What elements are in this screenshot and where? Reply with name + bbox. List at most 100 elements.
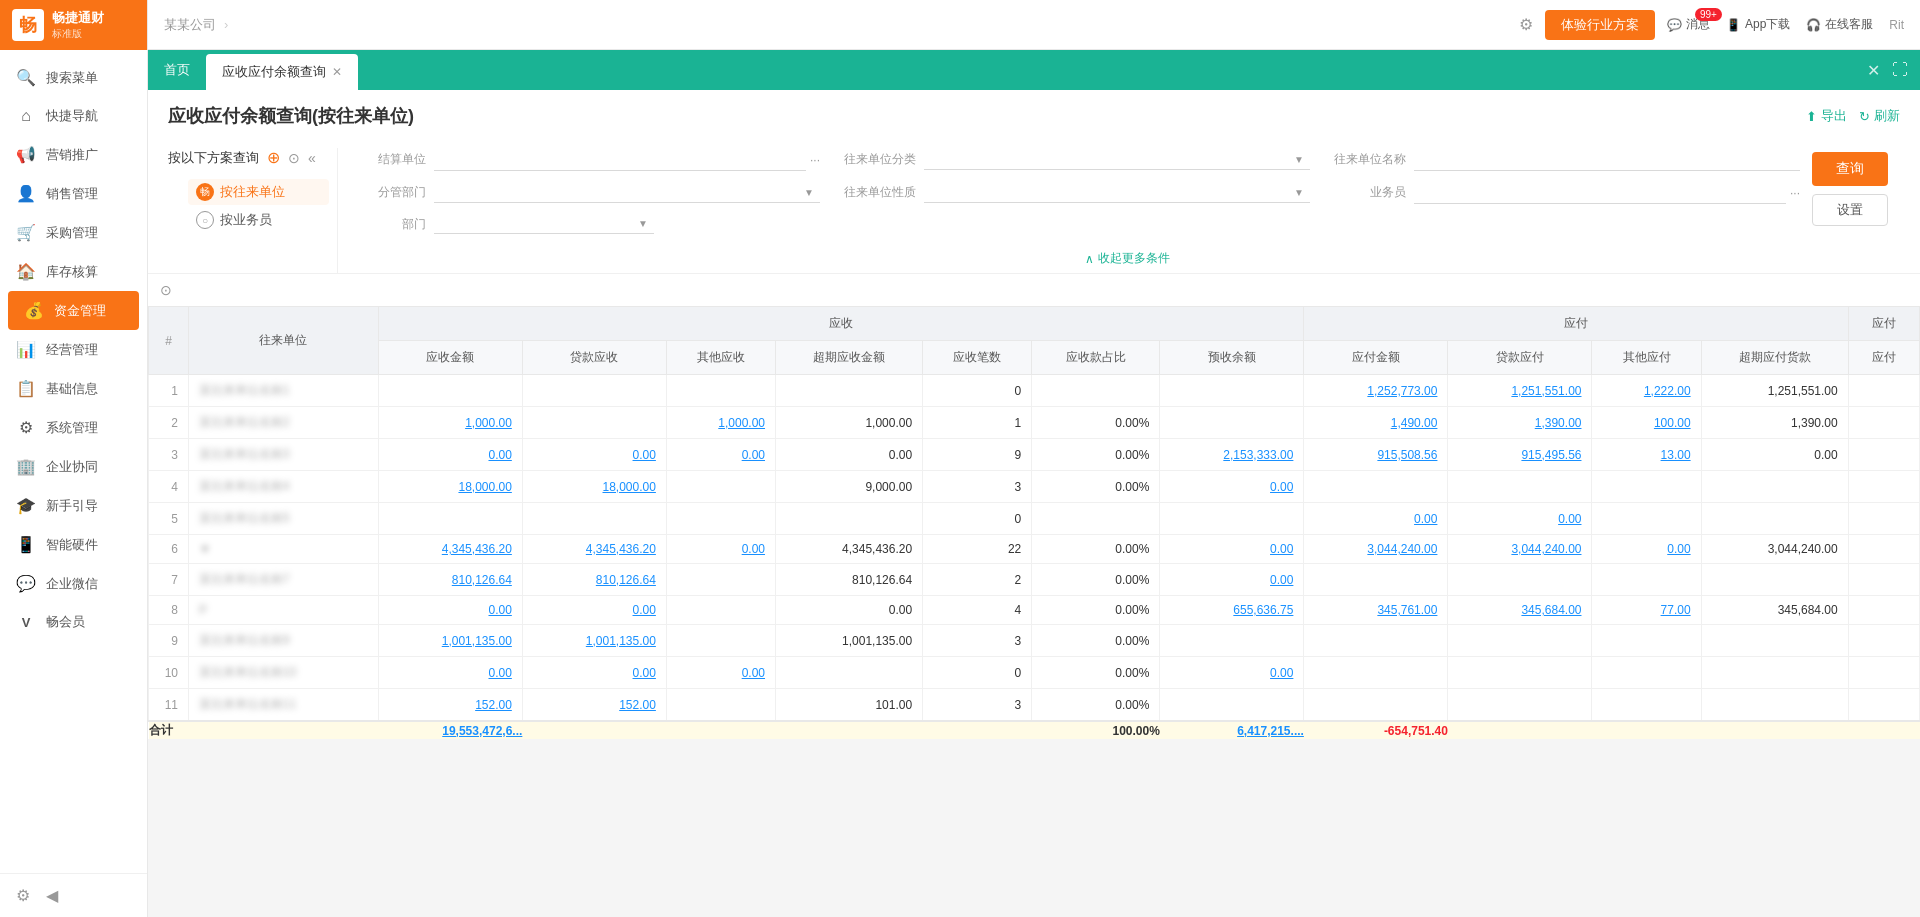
table-cell[interactable]: 13.00: [1592, 439, 1701, 471]
sidebar-item-hardware[interactable]: 📱 智能硬件: [0, 525, 147, 564]
footer-ar-amount[interactable]: 19,553,472,6...: [378, 721, 522, 739]
table-cell[interactable]: 0.00: [378, 439, 522, 471]
sidebar-item-guide[interactable]: 🎓 新手引导: [0, 486, 147, 525]
collapse-bar[interactable]: ∧ 收起更多条件: [354, 244, 1900, 273]
table-cell: [1701, 689, 1848, 722]
table-cell[interactable]: 0.00: [666, 439, 775, 471]
table-cell[interactable]: 345,761.00: [1304, 596, 1448, 625]
filter-setting-icon[interactable]: ⊙: [288, 150, 300, 166]
table-cell[interactable]: 4,345,436.20: [522, 535, 666, 564]
partner-name-input[interactable]: [1414, 148, 1800, 171]
table-cell[interactable]: 1,000.00: [378, 407, 522, 439]
scheme-item-by-partner[interactable]: 畅 按往来单位: [188, 179, 329, 205]
trial-button[interactable]: 体验行业方案: [1545, 10, 1655, 40]
sidebar-item-sales[interactable]: 👤 销售管理: [0, 174, 147, 213]
tab-close-icon[interactable]: ✕: [332, 65, 342, 79]
partner-nature-select[interactable]: ▼: [924, 183, 1310, 203]
sidebar-collapse-icon[interactable]: ◀: [46, 886, 58, 905]
table-cell[interactable]: 915,495.56: [1448, 439, 1592, 471]
table-cell[interactable]: 1,390.00: [1448, 407, 1592, 439]
table-cell[interactable]: 1,001,135.00: [522, 625, 666, 657]
table-cell[interactable]: 152.00: [522, 689, 666, 722]
table-cell[interactable]: 3,044,240.00: [1304, 535, 1448, 564]
sidebar-item-search[interactable]: 🔍 搜索菜单: [0, 58, 147, 97]
sidebar-item-basic[interactable]: 📋 基础信息: [0, 369, 147, 408]
table-cell[interactable]: 2,153,333.00: [1160, 439, 1304, 471]
filter-collapse-icon[interactable]: «: [308, 150, 316, 166]
table-cell[interactable]: 1,000.00: [666, 407, 775, 439]
messages-button[interactable]: 💬 消息 99+: [1667, 16, 1710, 33]
sidebar-gear-icon[interactable]: ⚙: [16, 886, 30, 905]
table-cell[interactable]: 3,044,240.00: [1448, 535, 1592, 564]
dept-select[interactable]: ▼: [434, 183, 820, 203]
export-button[interactable]: ⬆ 导出: [1806, 107, 1847, 125]
settlement-dots-icon[interactable]: ···: [810, 153, 820, 167]
table-cell[interactable]: 18,000.00: [378, 471, 522, 503]
sidebar-item-system[interactable]: ⚙ 系统管理: [0, 408, 147, 447]
table-cell[interactable]: 0.00: [1160, 657, 1304, 689]
sidebar-item-finance[interactable]: 💰 资金管理: [8, 291, 139, 330]
table-cell[interactable]: 655,636.75: [1160, 596, 1304, 625]
sidebar-item-label: 智能硬件: [46, 536, 98, 554]
table-cell[interactable]: 152.00: [378, 689, 522, 722]
sidebar-item-quicknav[interactable]: ⌂ 快捷导航: [0, 97, 147, 135]
partner-category-select[interactable]: ▼: [924, 150, 1310, 170]
query-button[interactable]: 查询: [1812, 152, 1888, 186]
set-button[interactable]: 设置: [1812, 194, 1888, 226]
table-cell[interactable]: 4,345,436.20: [378, 535, 522, 564]
table-cell[interactable]: 0.00: [522, 596, 666, 625]
salesman-dots-icon[interactable]: ···: [1790, 186, 1800, 200]
header-gear-icon[interactable]: ⚙: [1519, 15, 1533, 34]
sidebar-item-marketing[interactable]: 📢 营销推广: [0, 135, 147, 174]
sidebar-item-purchase[interactable]: 🛒 采购管理: [0, 213, 147, 252]
table-cell[interactable]: 0.00: [1304, 503, 1448, 535]
tab-home[interactable]: 首页: [148, 50, 206, 90]
tabbar-expand-icon[interactable]: ⛶: [1892, 61, 1908, 79]
user-name[interactable]: Rit: [1889, 18, 1904, 32]
settlement-unit-input[interactable]: [434, 148, 806, 171]
table-cell[interactable]: 0.00: [522, 657, 666, 689]
tab-arbalance[interactable]: 应收应付余额查询 ✕: [206, 54, 358, 90]
table-cell: [776, 503, 923, 535]
table-cell[interactable]: 915,508.56: [1304, 439, 1448, 471]
table-cell[interactable]: 77.00: [1592, 596, 1701, 625]
refresh-button[interactable]: ↻ 刷新: [1859, 107, 1900, 125]
table-cell[interactable]: 0.00: [666, 535, 775, 564]
table-cell[interactable]: 0.00: [1160, 564, 1304, 596]
filter-add-button[interactable]: ⊕: [267, 148, 280, 167]
settlement-unit-label: 结算单位: [354, 151, 434, 168]
table-settings-icon[interactable]: ⊙: [160, 282, 172, 298]
online-service-button[interactable]: 🎧 在线客服: [1806, 16, 1873, 33]
sidebar-item-wechat[interactable]: 💬 企业微信: [0, 564, 147, 603]
table-cell[interactable]: 0.00: [378, 657, 522, 689]
table-cell[interactable]: 1,490.00: [1304, 407, 1448, 439]
scheme-item-by-salesman[interactable]: ○ 按业务员: [188, 207, 329, 233]
table-cell[interactable]: 0.00: [1592, 535, 1701, 564]
table-cell[interactable]: 1,222.00: [1592, 375, 1701, 407]
table-cell[interactable]: 0.00: [522, 439, 666, 471]
table-cell[interactable]: 100.00: [1592, 407, 1701, 439]
table-cell[interactable]: 1,251,551.00: [1448, 375, 1592, 407]
sidebar-item-inventory[interactable]: 🏠 库存核算: [0, 252, 147, 291]
table-cell[interactable]: 345,684.00: [1448, 596, 1592, 625]
table-cell[interactable]: 0.00: [378, 596, 522, 625]
table-cell: [1032, 375, 1160, 407]
tabbar-close-icon[interactable]: ✕: [1867, 61, 1880, 80]
salesman-input[interactable]: [1414, 181, 1786, 204]
partner-name-cell: P: [189, 596, 379, 625]
sidebar-item-member[interactable]: V 畅会员: [0, 603, 147, 641]
sidebar-item-operations[interactable]: 📊 经营管理: [0, 330, 147, 369]
app-download-button[interactable]: 📱 App下载: [1726, 16, 1790, 33]
table-cell[interactable]: 810,126.64: [378, 564, 522, 596]
table-cell[interactable]: 1,001,135.00: [378, 625, 522, 657]
table-cell[interactable]: 0.00: [666, 657, 775, 689]
sidebar-item-enterprise[interactable]: 🏢 企业协同: [0, 447, 147, 486]
table-cell[interactable]: 18,000.00: [522, 471, 666, 503]
table-cell[interactable]: 1,252,773.00: [1304, 375, 1448, 407]
table-cell[interactable]: 0.00: [1448, 503, 1592, 535]
table-cell[interactable]: 810,126.64: [522, 564, 666, 596]
table-cell[interactable]: 0.00: [1160, 535, 1304, 564]
table-cell[interactable]: 0.00: [1160, 471, 1304, 503]
footer-ar-prepay[interactable]: 6,417,215....: [1160, 721, 1304, 739]
department-select[interactable]: ▼: [434, 214, 654, 234]
